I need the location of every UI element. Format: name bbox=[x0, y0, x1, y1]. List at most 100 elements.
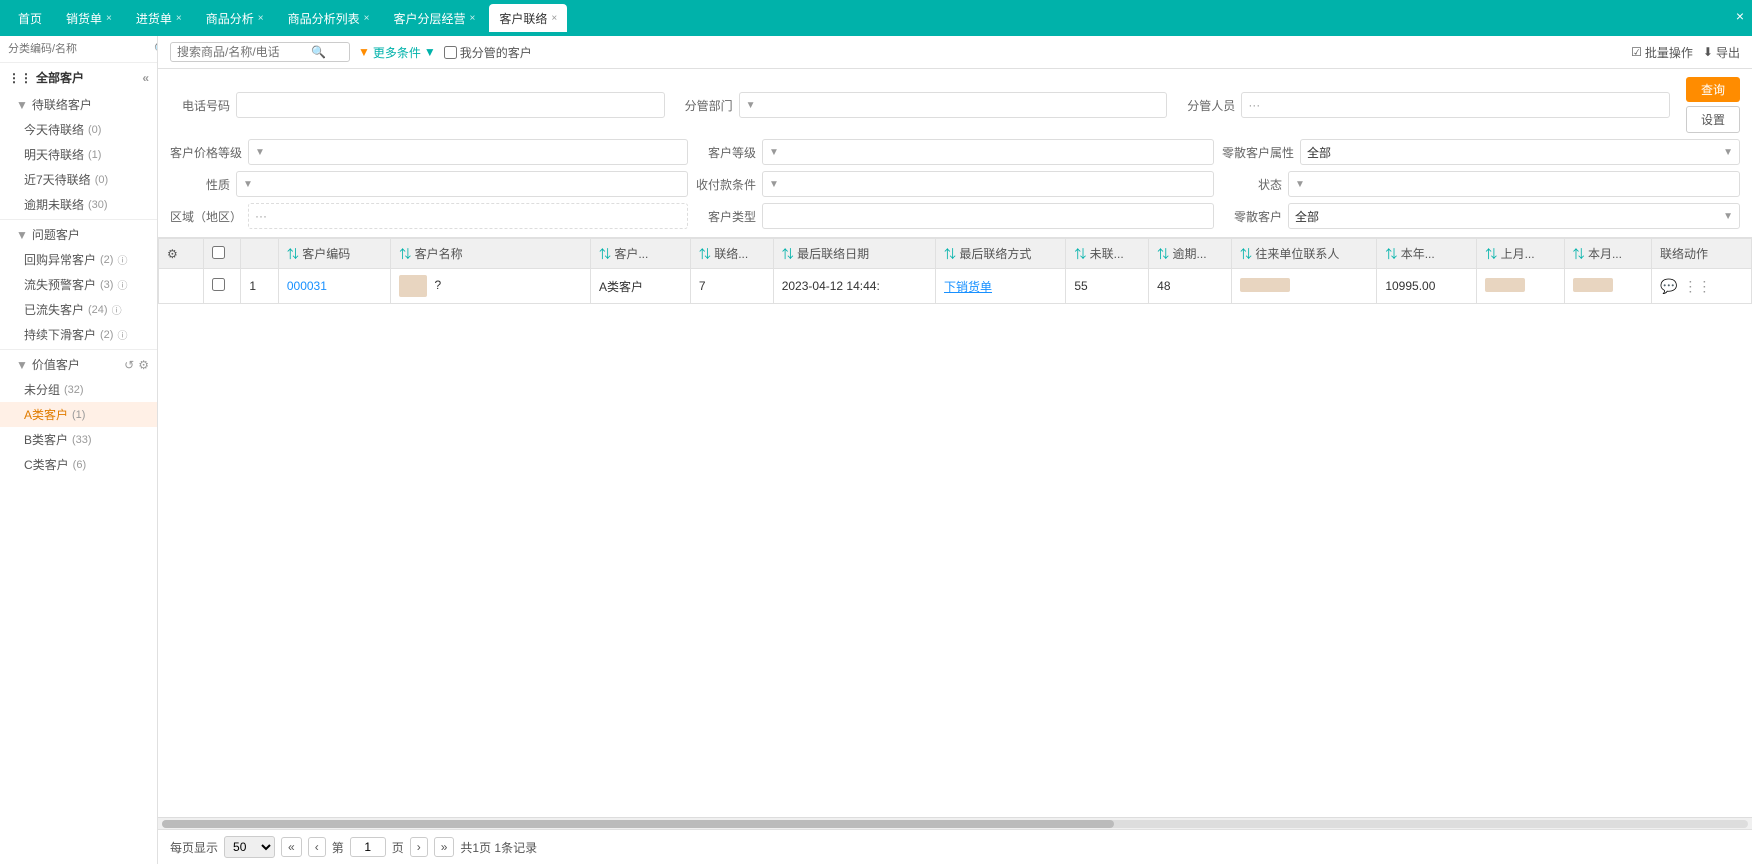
payment-select[interactable]: ▼ bbox=[762, 171, 1214, 197]
sidebar-item-tomorrow[interactable]: 明天待联络 (1) bbox=[0, 142, 157, 167]
close-customer-tier-icon[interactable]: × bbox=[469, 13, 475, 24]
prev-page-btn[interactable]: ‹ bbox=[308, 837, 326, 857]
col-overdue[interactable]: ⇅ 逾期... bbox=[1149, 239, 1232, 269]
next-page-btn[interactable]: › bbox=[410, 837, 428, 857]
top-nav: 首页 销货单 × 进货单 × 商品分析 × 商品分析列表 × 客户分层经营 × … bbox=[0, 0, 1752, 36]
value-group-actions[interactable]: ↺ ⚙ bbox=[124, 358, 149, 372]
col-last-method[interactable]: ⇅ 最后联络方式 bbox=[936, 239, 1066, 269]
export-btn[interactable]: ⬇ 导出 bbox=[1703, 44, 1740, 61]
lost-label: 已流失客户 bbox=[24, 301, 84, 318]
col-last-date[interactable]: ⇅ 最后联络日期 bbox=[773, 239, 935, 269]
sidebar-item-b-class[interactable]: B类客户 (33) bbox=[0, 427, 157, 452]
nature-caret-icon: ▼ bbox=[243, 179, 253, 190]
nav-tab-purchase[interactable]: 进货单 × bbox=[126, 4, 192, 32]
retail-customer-caret-icon: ▼ bbox=[1723, 211, 1733, 222]
col-this-year[interactable]: ⇅ 本年... bbox=[1377, 239, 1477, 269]
sidebar-item-week[interactable]: 近7天待联络 (0) bbox=[0, 167, 157, 192]
col-this-month[interactable]: ⇅ 本月... bbox=[1564, 239, 1651, 269]
col-checkbox[interactable] bbox=[203, 239, 240, 269]
settings-button[interactable]: 设置 bbox=[1686, 106, 1740, 133]
sidebar-group-value[interactable]: ▼ 价值客户 ↺ ⚙ bbox=[0, 352, 157, 377]
more-filters-btn[interactable]: ▼ 更多条件 ▼ bbox=[358, 44, 436, 61]
sidebar-search-input[interactable] bbox=[8, 43, 150, 55]
close-sales-icon[interactable]: × bbox=[106, 13, 112, 24]
page-size-select[interactable]: 50 100 200 bbox=[224, 836, 275, 858]
col-settings[interactable]: ⚙ bbox=[159, 239, 204, 269]
my-customers-checkbox[interactable] bbox=[444, 46, 457, 59]
filter-row-3: 性质 ▼ 收付款条件 ▼ 状态 ▼ bbox=[170, 171, 1740, 197]
sidebar-item-c-class[interactable]: C类客户 (6) bbox=[0, 452, 157, 477]
close-customer-contact-icon[interactable]: × bbox=[551, 13, 557, 24]
content-area: 🔍 ▼ 更多条件 ▼ 我分管的客户 ☑ 批量操作 ⬇ 导出 bbox=[158, 36, 1752, 864]
nav-tab-home[interactable]: 首页 bbox=[8, 4, 52, 32]
nav-tab-customer-contact[interactable]: 客户联络 × bbox=[489, 4, 567, 32]
action-chat-icon[interactable]: 💬 bbox=[1660, 278, 1677, 295]
query-button[interactable]: 查询 bbox=[1686, 77, 1740, 102]
toolbar-search-icon[interactable]: 🔍 bbox=[311, 45, 326, 59]
customer-grade-select[interactable]: ▼ bbox=[762, 139, 1214, 165]
collapse-sidebar-icon[interactable]: « bbox=[142, 71, 149, 85]
overdue-label: 逾期未联络 bbox=[24, 196, 84, 213]
sidebar-item-a-class[interactable]: A类客户 (1) bbox=[0, 402, 157, 427]
col-uncontacted[interactable]: ⇅ 未联... bbox=[1066, 239, 1149, 269]
col-uncontacted-label: 未联... bbox=[1090, 247, 1124, 261]
customer-type-input[interactable] bbox=[762, 203, 1214, 229]
page-input[interactable] bbox=[350, 837, 386, 857]
refresh-icon[interactable]: ↺ bbox=[124, 358, 134, 372]
close-all-icon[interactable]: × bbox=[1736, 8, 1744, 24]
horizontal-scrollbar[interactable] bbox=[158, 817, 1752, 829]
sidebar-item-declining[interactable]: 持续下滑客户 (2) ⓘ bbox=[0, 322, 157, 347]
settings-icon[interactable]: ⚙ bbox=[138, 358, 149, 372]
my-customers-checkbox-label[interactable]: 我分管的客户 bbox=[444, 44, 532, 61]
total-records-label: 共1页 1条记录 bbox=[460, 839, 537, 856]
cell-code[interactable]: 000031 bbox=[278, 269, 390, 304]
scroll-thumb[interactable] bbox=[162, 820, 1114, 828]
all-customers-header[interactable]: ⋮⋮ 全部客户 « bbox=[0, 63, 157, 92]
action-link-icon[interactable]: ⋮⋮ bbox=[1683, 278, 1711, 295]
sidebar-group-problem[interactable]: ▼ 问题客户 bbox=[0, 222, 157, 247]
person-input[interactable]: ··· bbox=[1241, 92, 1670, 118]
sidebar-item-churn[interactable]: 流失预警客户 (3) ⓘ bbox=[0, 272, 157, 297]
retail-attr-select[interactable]: 全部 ▼ bbox=[1300, 139, 1740, 165]
filter-row-1: 电话号码 分管部门 ▼ 分管人员 ··· 查询 设置 bbox=[170, 77, 1740, 133]
sidebar-item-repurchase[interactable]: 回购异常客户 (2) ⓘ bbox=[0, 247, 157, 272]
retail-customer-select[interactable]: 全部 ▼ bbox=[1288, 203, 1740, 229]
col-contacts[interactable]: ⇅ 联络... bbox=[690, 239, 773, 269]
page-total-label: 页 bbox=[392, 839, 404, 856]
batch-op-btn[interactable]: ☑ 批量操作 bbox=[1631, 44, 1693, 61]
close-purchase-icon[interactable]: × bbox=[176, 13, 182, 24]
nav-tab-sales[interactable]: 销货单 × bbox=[56, 4, 122, 32]
filter-row-2: 客户价格等级 ▼ 客户等级 ▼ 零散客户属性 全部 ▼ bbox=[170, 139, 1740, 165]
col-code[interactable]: ⇅ 客户编码 bbox=[278, 239, 390, 269]
select-all-checkbox[interactable] bbox=[212, 246, 225, 259]
nav-tab-goods-list[interactable]: 商品分析列表 × bbox=[278, 4, 380, 32]
sidebar-item-today[interactable]: 今天待联络 (0) bbox=[0, 117, 157, 142]
sidebar-group-pending[interactable]: ▼ 待联络客户 bbox=[0, 92, 157, 117]
close-goods-list-icon[interactable]: × bbox=[364, 13, 370, 24]
col-last-month[interactable]: ⇅ 上月... bbox=[1477, 239, 1564, 269]
page-size-label: 每页显示 bbox=[170, 839, 218, 856]
last-method-link[interactable]: 下销货单 bbox=[944, 280, 992, 294]
cell-checkbox[interactable] bbox=[203, 269, 240, 304]
sidebar-item-lost[interactable]: 已流失客户 (24) ⓘ bbox=[0, 297, 157, 322]
col-type[interactable]: ⇅ 客户... bbox=[590, 239, 690, 269]
toolbar-search-input[interactable] bbox=[177, 45, 307, 59]
sidebar-item-overdue[interactable]: 逾期未联络 (30) bbox=[0, 192, 157, 217]
status-select[interactable]: ▼ bbox=[1288, 171, 1740, 197]
phone-input[interactable] bbox=[236, 92, 665, 118]
last-page-btn[interactable]: » bbox=[434, 837, 455, 857]
nature-select[interactable]: ▼ bbox=[236, 171, 688, 197]
col-name[interactable]: ⇅ 客户名称 bbox=[391, 239, 591, 269]
row-checkbox[interactable] bbox=[212, 278, 225, 291]
close-goods-analysis-icon[interactable]: × bbox=[258, 13, 264, 24]
dept-select[interactable]: ▼ bbox=[739, 92, 1168, 118]
col-unit-contacts[interactable]: ⇅ 往来单位联系人 bbox=[1232, 239, 1377, 269]
table-settings-icon[interactable]: ⚙ bbox=[167, 247, 178, 261]
nav-tab-customer-tier[interactable]: 客户分层经营 × bbox=[383, 4, 485, 32]
nav-tab-goods-analysis[interactable]: 商品分析 × bbox=[196, 4, 274, 32]
region-select[interactable]: ··· bbox=[248, 203, 688, 229]
first-page-btn[interactable]: « bbox=[281, 837, 302, 857]
sidebar-item-ungroup[interactable]: 未分组 (32) bbox=[0, 377, 157, 402]
price-grade-select[interactable]: ▼ bbox=[248, 139, 688, 165]
cell-last-method[interactable]: 下销货单 bbox=[936, 269, 1066, 304]
